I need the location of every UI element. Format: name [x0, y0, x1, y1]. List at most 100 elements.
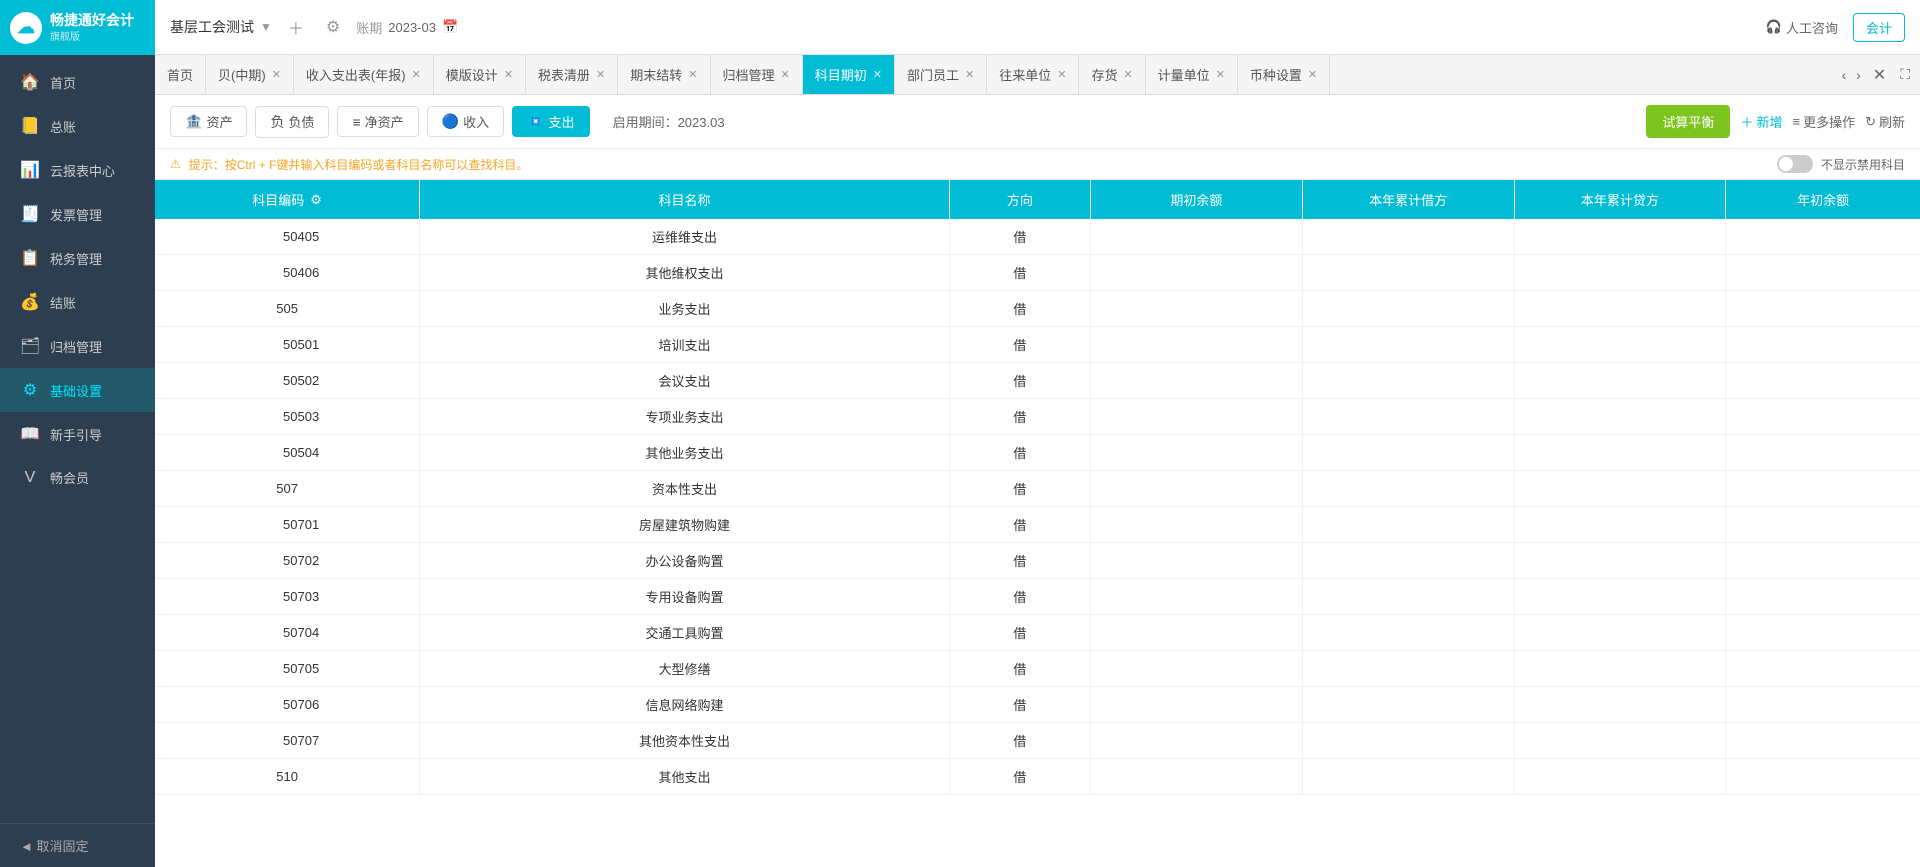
tab-template[interactable]: 模版设计✕ — [434, 55, 526, 94]
td-dir-3: 借 — [949, 327, 1090, 363]
td-ytd-credit-2 — [1514, 291, 1726, 327]
td-year-start-12 — [1726, 651, 1920, 687]
more-actions-button[interactable]: ≡ 更多操作 — [1792, 112, 1855, 131]
add-tab-button[interactable]: ＋ — [282, 15, 310, 39]
tab-measure_unit[interactable]: 计量单位✕ — [1146, 55, 1238, 94]
td-period-bal-2 — [1090, 291, 1302, 327]
th-code-settings-icon[interactable]: ⚙ — [310, 192, 322, 208]
help-button[interactable]: 🎧 人工咨询 — [1766, 18, 1838, 37]
table-row: 50504 其他业务支出 借 — [155, 435, 1920, 471]
settings-icon[interactable]: ⚙ — [320, 17, 346, 37]
company-selector[interactable]: 基层工会测试 ▼ — [170, 17, 272, 37]
tab-close-archive[interactable]: ✕ — [781, 68, 790, 81]
toggle-label: 不显示禁用科目 — [1821, 156, 1905, 173]
table-header-row: 科目编码 ⚙ 科目名称 方向 期初余额 本年累计借方 本年累计贷方 年初余额 — [155, 180, 1920, 219]
tab-prev-button[interactable]: ‹ — [1837, 65, 1850, 85]
sidebar-label-ledger: 总账 — [50, 117, 76, 136]
filter-tab-net-asset[interactable]: ≡ 净资产 — [337, 106, 418, 137]
filter-tab-income[interactable]: 🔵 收入 — [427, 106, 504, 137]
app-version: 旗舰版 — [50, 28, 134, 43]
td-period-bal-11 — [1090, 615, 1302, 651]
tab-home[interactable]: 首页 — [155, 55, 206, 94]
tabs-container: 首页⻉(中期)✕收入支出表(年报)✕模版设计✕税表清册✕期末结转✕归档管理✕科目… — [155, 55, 1833, 94]
td-dir-9: 借 — [949, 543, 1090, 579]
sidebar-item-basic[interactable]: ⚙ 基础设置 — [0, 368, 155, 412]
sidebar-icon-guide: 📖 — [20, 424, 40, 444]
sidebar-icon-checkout: 💰 — [20, 292, 40, 312]
main-content: 基层工会测试 ▼ ＋ ⚙ 账期 2023-03 📅 🎧 人工咨询 会计 首页⻉(… — [155, 0, 1920, 867]
tab-next-button[interactable]: › — [1852, 65, 1865, 85]
td-code-2: 505 — [155, 291, 420, 327]
td-code-13: 50706 — [155, 687, 420, 723]
company-name: 基层工会测试 — [170, 17, 254, 37]
tab-contacts[interactable]: 往来单位✕ — [987, 55, 1079, 94]
add-subject-button[interactable]: ＋ 新增 — [1740, 112, 1782, 131]
sidebar-item-member[interactable]: V 畅会员 — [0, 456, 155, 499]
sidebar-item-home[interactable]: 🏠 首页 — [0, 60, 155, 104]
td-code-1: 50406 — [155, 255, 420, 291]
td-ytd-debit-0 — [1302, 219, 1514, 255]
balance-button[interactable]: 试算平衡 — [1646, 105, 1730, 138]
tab-label-income_year: 收入支出表(年报) — [306, 65, 406, 84]
tab-archive[interactable]: 归档管理 ✕ — [711, 55, 803, 94]
sidebar-item-report[interactable]: 📊 云报表中心 — [0, 148, 155, 192]
td-ytd-debit-11 — [1302, 615, 1514, 651]
tab-close-period_end[interactable]: ✕ — [688, 68, 697, 81]
tab-close-template[interactable]: ✕ — [504, 68, 513, 81]
td-period-bal-4 — [1090, 363, 1302, 399]
tab-close-contacts[interactable]: ✕ — [1057, 68, 1066, 81]
calendar-icon[interactable]: 📅 — [442, 19, 458, 35]
expense-icon: 💠 — [527, 113, 544, 130]
tab-subject_init[interactable]: 科目期初✕ — [803, 55, 895, 94]
refresh-button[interactable]: ↻ 刷新 — [1865, 112, 1905, 131]
td-period-bal-0 — [1090, 219, 1302, 255]
tab-period_end[interactable]: 期末结转✕ — [618, 55, 710, 94]
th-code-label: 科目编码 — [252, 190, 304, 209]
sidebar-footer-collapse[interactable]: ◄ 取消固定 — [0, 823, 155, 867]
sidebar-item-archive[interactable]: 🗂 归档管理 — [0, 324, 155, 368]
tab-close-measure_unit[interactable]: ✕ — [1216, 68, 1225, 81]
sidebar-item-guide[interactable]: 📖 新手引导 — [0, 412, 155, 456]
td-period-bal-6 — [1090, 435, 1302, 471]
td-dir-11: 借 — [949, 615, 1090, 651]
tab-dept_employee[interactable]: 部门员工✕ — [895, 55, 987, 94]
tab-close-dept_employee[interactable]: ✕ — [965, 68, 974, 81]
td-period-bal-7 — [1090, 471, 1302, 507]
tab-label-balance_mid: ⻉(中期) — [218, 65, 266, 84]
tab-close-income_year[interactable]: ✕ — [412, 68, 421, 81]
tab-close-currency[interactable]: ✕ — [1308, 68, 1317, 81]
tab-label-archive: 归档管理 — [723, 65, 775, 84]
tab-close-all-button[interactable]: ✕ — [1867, 63, 1892, 87]
sidebar-item-invoice[interactable]: 🧾 发票管理 — [0, 192, 155, 236]
tab-close-inventory[interactable]: ✕ — [1123, 68, 1132, 81]
tab-balance_mid[interactable]: ⻉(中期) ✕ — [206, 55, 294, 94]
tab-currency[interactable]: 币种设置✕ — [1238, 55, 1330, 94]
td-name-10: 专用设备购置 — [420, 579, 950, 615]
sidebar-item-tax[interactable]: 📋 税务管理 — [0, 236, 155, 280]
disable-toggle[interactable] — [1777, 155, 1813, 173]
td-ytd-debit-12 — [1302, 651, 1514, 687]
tab-close-balance_mid[interactable]: ✕ — [272, 68, 281, 81]
tab-expand-button[interactable]: ⛶ — [1894, 64, 1916, 85]
tab-tax_clear[interactable]: 税表清册✕ — [526, 55, 618, 94]
tab-income_year[interactable]: 收入支出表(年报) ✕ — [294, 55, 434, 94]
filter-tab-liability[interactable]: 负 负债 — [255, 106, 329, 138]
tab-close-tax_clear[interactable]: ✕ — [596, 68, 605, 81]
filter-tab-expense[interactable]: 💠 支出 — [512, 106, 589, 137]
sidebar-label-member: 畅会员 — [50, 468, 89, 487]
table-row: 50501 培训支出 借 — [155, 327, 1920, 363]
td-period-bal-15 — [1090, 759, 1302, 795]
tab-inventory[interactable]: 存货✕ — [1079, 55, 1145, 94]
td-name-9: 办公设备购置 — [420, 543, 950, 579]
sidebar-label-invoice: 发票管理 — [50, 205, 102, 224]
filter-tab-income-label: 收入 — [463, 112, 489, 131]
account-button[interactable]: 会计 — [1853, 13, 1905, 42]
filter-tab-liability-label: 负债 — [288, 112, 314, 131]
add-icon: ＋ — [1740, 112, 1753, 131]
sidebar-item-checkout[interactable]: 💰 结账 — [0, 280, 155, 324]
tab-close-subject_init[interactable]: ✕ — [873, 68, 882, 81]
account-label: 会计 — [1866, 21, 1892, 36]
filter-tab-asset[interactable]: 🏦 资产 — [170, 106, 247, 137]
td-ytd-debit-6 — [1302, 435, 1514, 471]
sidebar-item-ledger[interactable]: 📒 总账 — [0, 104, 155, 148]
